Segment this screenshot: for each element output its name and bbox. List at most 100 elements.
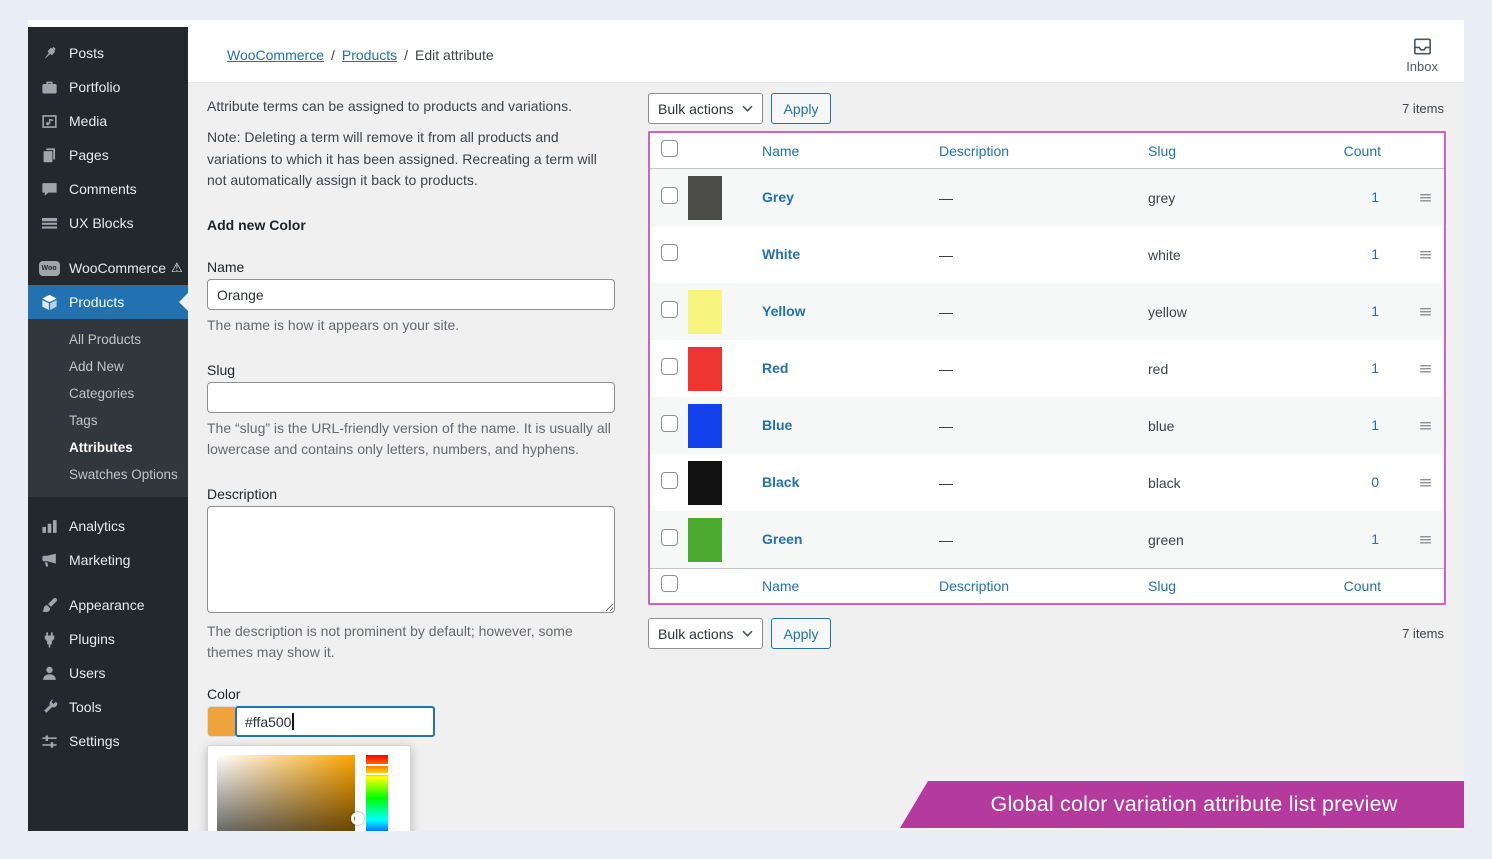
submenu-item-tags[interactable]: Tags (28, 407, 188, 434)
row-checkbox[interactable] (661, 471, 678, 489)
term-name-link[interactable]: Blue (750, 417, 792, 433)
table-row: Grey — grey 1 ≡ (650, 169, 1444, 226)
row-checkbox[interactable] (661, 300, 678, 318)
term-count-link[interactable]: 1 (1371, 417, 1379, 433)
sidebar-item-settings[interactable]: Settings (28, 724, 188, 758)
submenu-item-categories[interactable]: Categories (28, 380, 188, 407)
sidebar-item-woocommerce[interactable]: Woo WooCommerce ⚠ (28, 251, 188, 285)
preview-banner: Global color variation attribute list pr… (900, 781, 1464, 828)
color-field: #ffa500 (207, 706, 615, 738)
sidebar-item-posts[interactable]: Posts (28, 36, 188, 70)
term-color-swatch (688, 517, 722, 562)
column-header-name[interactable]: Name (750, 143, 927, 159)
sidebar-item-analytics[interactable]: Analytics (28, 509, 188, 543)
woo-logo: Woo (38, 260, 60, 276)
sidebar-item-marketing[interactable]: Marketing (28, 543, 188, 577)
table-row: White — white 1 ≡ (650, 226, 1444, 283)
bulk-actions-label: Bulk actions (658, 625, 734, 642)
saturation-handle[interactable] (351, 812, 364, 826)
bulk-actions-select[interactable]: Bulk actions (648, 618, 764, 649)
column-footer-name[interactable]: Name (750, 578, 927, 594)
term-name-link[interactable]: Grey (750, 189, 794, 205)
description-textarea[interactable] (207, 506, 615, 614)
submenu-item-attributes[interactable]: Attributes (28, 434, 188, 461)
submenu-item-add-new[interactable]: Add New (28, 353, 188, 380)
column-header-description[interactable]: Description (927, 143, 1137, 159)
term-name-link[interactable]: Green (750, 531, 802, 547)
sidebar-item-portfolio[interactable]: Portfolio (28, 70, 188, 104)
select-all-checkbox[interactable] (661, 575, 678, 592)
row-menu-icon[interactable]: ≡ (1407, 416, 1444, 436)
hue-handle[interactable] (363, 764, 391, 776)
slug-help: The “slug” is the URL-friendly version o… (207, 420, 611, 458)
sidebar-item-appearance[interactable]: Appearance (28, 588, 188, 622)
toolbar-bottom: Bulk actions Apply 7 items (648, 618, 1446, 649)
term-description: — (939, 474, 953, 491)
row-menu-icon[interactable]: ≡ (1407, 473, 1444, 493)
select-all-checkbox[interactable] (661, 139, 678, 157)
row-checkbox[interactable] (661, 414, 678, 432)
row-checkbox[interactable] (661, 528, 678, 546)
row-menu-icon[interactable]: ≡ (1407, 359, 1444, 379)
column-footer-slug[interactable]: Slug (1137, 578, 1332, 594)
term-name-link[interactable]: Red (750, 360, 788, 376)
row-menu-icon[interactable]: ≡ (1407, 302, 1444, 322)
sidebar-item-comments[interactable]: Comments (28, 172, 188, 206)
breadcrumb-link-products[interactable]: Products (342, 47, 397, 63)
page-content: Attribute terms can be assigned to produ… (188, 83, 1464, 831)
terms-list: Bulk actions Apply 7 items Name Descript… (648, 83, 1446, 649)
row-menu-icon[interactable]: ≡ (1407, 245, 1444, 265)
saturation-square[interactable] (217, 755, 364, 831)
hue-slider[interactable] (363, 755, 391, 831)
sidebar-item-users[interactable]: Users (28, 656, 188, 690)
color-swatch-button[interactable] (207, 706, 235, 738)
sidebar-item-media[interactable]: Media (28, 104, 188, 138)
term-description: — (939, 246, 953, 263)
color-input[interactable]: #ffa500 (235, 706, 435, 738)
term-description: — (939, 360, 953, 377)
sidebar-item-label: Settings (69, 733, 120, 749)
sidebar-item-products[interactable]: Products (28, 285, 188, 319)
table-row: Red — red 1 ≡ (650, 340, 1444, 397)
term-color-swatch (688, 175, 722, 220)
apply-button[interactable]: Apply (771, 93, 831, 124)
term-count-link[interactable]: 1 (1371, 303, 1379, 319)
breadcrumb-link-woocommerce[interactable]: WooCommerce (227, 47, 324, 63)
term-count-link[interactable]: 1 (1371, 246, 1379, 262)
term-count-link[interactable]: 1 (1371, 531, 1379, 547)
column-header-slug[interactable]: Slug (1137, 143, 1332, 159)
term-name-link[interactable]: Black (750, 474, 799, 490)
sidebar-item-pages[interactable]: Pages (28, 138, 188, 172)
row-checkbox[interactable] (661, 186, 678, 204)
term-name-link[interactable]: White (750, 246, 800, 262)
column-footer-description[interactable]: Description (927, 578, 1137, 594)
sidebar-item-label: Portfolio (69, 79, 121, 95)
submenu-item-all-products[interactable]: All Products (28, 326, 188, 353)
inbox-button[interactable]: Inbox (1406, 35, 1438, 74)
name-input[interactable] (207, 279, 615, 311)
column-footer-count[interactable]: Count (1332, 578, 1407, 594)
slug-label: Slug (207, 362, 236, 379)
term-count-link[interactable]: 1 (1371, 360, 1379, 376)
admin-header: WooCommerce / Products / Edit attribute … (188, 27, 1464, 83)
submenu-item-swatches-options[interactable]: Swatches Options (28, 461, 188, 488)
row-menu-icon[interactable]: ≡ (1407, 530, 1444, 550)
term-slug: yellow (1148, 303, 1187, 320)
sidebar-item-tools[interactable]: Tools (28, 690, 188, 724)
description-help: The description is not prominent by defa… (207, 623, 573, 661)
slug-input[interactable] (207, 382, 615, 414)
row-menu-icon[interactable]: ≡ (1407, 188, 1444, 208)
term-name-link[interactable]: Yellow (750, 303, 806, 319)
color-picker (207, 745, 411, 831)
sidebar-item-plugins[interactable]: Plugins (28, 622, 188, 656)
apply-button[interactable]: Apply (771, 618, 831, 649)
items-count: 7 items (1402, 626, 1444, 641)
woocommerce-icon: Woo (38, 257, 60, 279)
column-header-count[interactable]: Count (1332, 143, 1407, 159)
sidebar-item-ux-blocks[interactable]: UX Blocks (28, 206, 188, 240)
row-checkbox[interactable] (661, 243, 678, 261)
bulk-actions-select[interactable]: Bulk actions (648, 93, 764, 124)
term-count-link[interactable]: 1 (1371, 189, 1379, 205)
row-checkbox[interactable] (661, 357, 678, 375)
term-count-link[interactable]: 0 (1371, 474, 1379, 490)
